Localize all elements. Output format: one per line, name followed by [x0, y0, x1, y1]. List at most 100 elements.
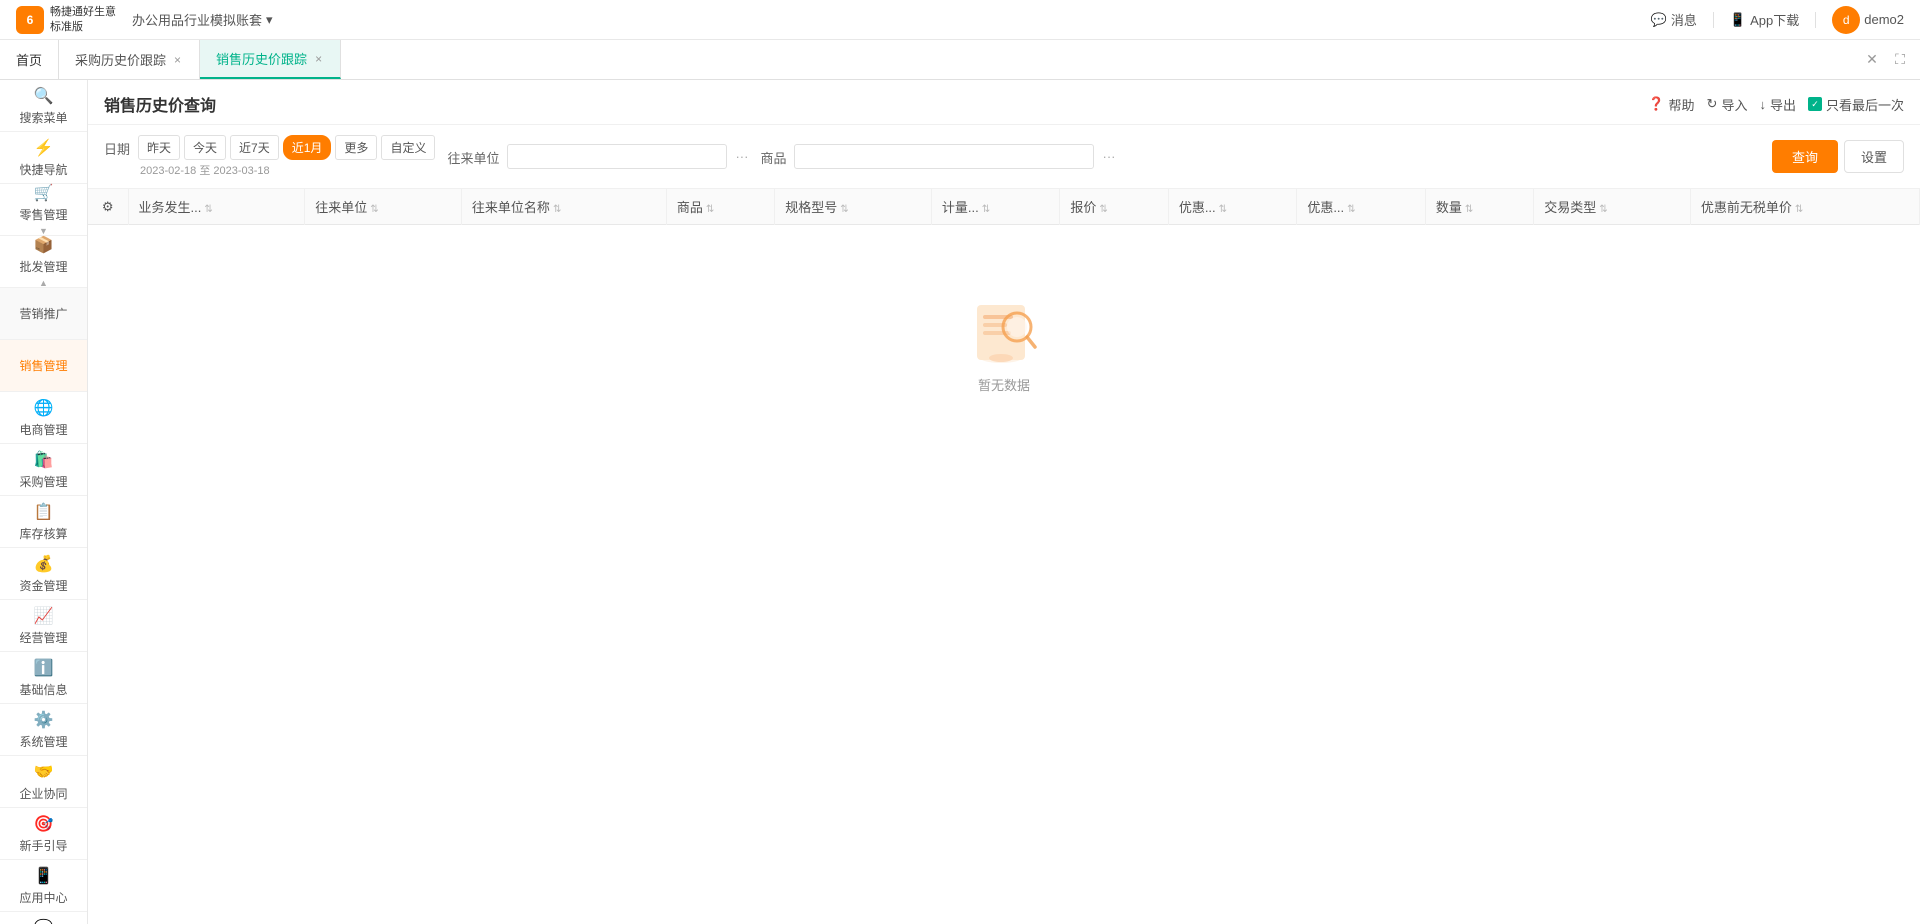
col-partner-name[interactable]: 往来单位名称⇅ — [461, 189, 666, 225]
partner-input-area: ··· — [507, 144, 748, 169]
partner-filter-group: 往来单位 ··· — [447, 144, 748, 169]
inventory-label: 库存核算 — [19, 525, 67, 542]
col-spec[interactable]: 规格型号⇅ — [775, 189, 932, 225]
col-discount2[interactable]: 优惠...⇅ — [1297, 189, 1426, 225]
sidebar-item-purchase-mgmt[interactable]: 🛍️ 采购管理 — [0, 444, 87, 496]
sidebar-item-app-center[interactable]: 📱 应用中心 — [0, 860, 87, 912]
sidebar-item-basic-info[interactable]: ℹ️ 基础信息 — [0, 652, 87, 704]
new-guide-label: 新手引导 — [19, 837, 67, 854]
empty-state: 暂无数据 — [88, 225, 1920, 454]
export-action[interactable]: ↓ 导出 — [1759, 95, 1796, 114]
sidebar-item-wholesale-mgmt[interactable]: 📦 批发管理 ▲ — [0, 236, 87, 288]
sidebar: 🔍 搜索菜单 ⚡ 快捷导航 🛒 零售管理 ▼ 📦 批发管理 ▲ 营销推广 销售管… — [0, 80, 88, 924]
inventory-icon: 📋 — [34, 502, 54, 522]
query-button[interactable]: 查询 — [1772, 140, 1838, 173]
date-filter-label: 日期 — [104, 135, 130, 158]
only-last-checkbox[interactable]: 只看最后一次 — [1808, 95, 1904, 114]
import-action[interactable]: ↻ 导入 — [1707, 95, 1748, 114]
date-btn-1month[interactable]: 近1月 — [283, 135, 332, 160]
system-mgmt-label: 系统管理 — [19, 733, 67, 750]
window-close-btn[interactable]: ✕ — [1860, 48, 1884, 72]
date-filter-content: 昨天 今天 近7天 近1月 更多 自定义 2023-02-18 至 2023-0… — [138, 135, 435, 178]
quick-nav-icon: ⚡ — [34, 138, 54, 158]
partner-dots[interactable]: ··· — [735, 149, 748, 164]
col-biz-date[interactable]: 业务发生...⇅ — [128, 189, 305, 225]
sidebar-item-sales-promotion[interactable]: 营销推广 — [0, 288, 87, 340]
search-menu-icon: 🔍 — [34, 86, 54, 106]
app-center-label: 应用中心 — [19, 889, 67, 906]
sort-icon-spec: ⇅ — [840, 204, 848, 215]
date-btn-yesterday[interactable]: 昨天 — [138, 135, 180, 160]
data-table: ⚙ 业务发生...⇅ 往来单位⇅ 往来单位名称⇅ — [88, 189, 1920, 225]
sidebar-item-system-mgmt[interactable]: ⚙️ 系统管理 — [0, 704, 87, 756]
sidebar-item-search-menu[interactable]: 🔍 搜索菜单 — [0, 80, 87, 132]
window-maximize-btn[interactable]: ⛶ — [1888, 48, 1912, 72]
tab-purchase-history-label: 采购历史价跟踪 — [75, 50, 166, 69]
col-pre-tax-price[interactable]: 优惠前无税单价⇅ — [1690, 189, 1919, 225]
sidebar-item-retail-mgmt[interactable]: 🛒 零售管理 ▼ — [0, 184, 87, 236]
empty-illustration — [959, 285, 1049, 375]
date-btn-more[interactable]: 更多 — [335, 135, 377, 160]
avatar: d — [1832, 6, 1860, 34]
col-trade-type[interactable]: 交易类型⇅ — [1534, 189, 1691, 225]
product-input[interactable] — [794, 144, 1094, 169]
sidebar-item-inventory-check[interactable]: 📋 库存核算 — [0, 496, 87, 548]
col-unit[interactable]: 计量...⇅ — [931, 189, 1060, 225]
wholesale-mgmt-label: 批发管理 — [19, 258, 67, 275]
partner-input[interactable] — [507, 144, 727, 169]
workspace-dropdown-icon: ▾ — [266, 12, 273, 28]
sidebar-item-sales-mgmt[interactable]: 销售管理 — [0, 340, 87, 392]
sidebar-item-enterprise-collab[interactable]: 🤝 企业协同 — [0, 756, 87, 808]
col-discount1[interactable]: 优惠...⇅ — [1168, 189, 1297, 225]
import-icon: ↻ — [1707, 96, 1718, 112]
col-qty[interactable]: 数量⇅ — [1425, 189, 1533, 225]
top-header: 6 畅捷通好生意 标准版 办公用品行业模拟账套 ▾ 💬 消息 📱 App下载 d… — [0, 0, 1920, 40]
sort-icon-pre-tax-price: ⇅ — [1795, 204, 1803, 215]
sidebar-item-ecommerce-mgmt[interactable]: 🌐 电商管理 — [0, 392, 87, 444]
tab-home[interactable]: 首页 — [0, 40, 59, 79]
workspace-label: 办公用品行业模拟账套 — [132, 10, 262, 29]
enterprise-wechat-icon: 💬 — [34, 918, 54, 924]
date-btn-custom[interactable]: 自定义 — [381, 135, 435, 160]
sidebar-item-enterprise-wechat[interactable]: 💬 企业微信 — [0, 912, 87, 924]
purchase-mgmt-label: 采购管理 — [19, 473, 67, 490]
col-settings[interactable]: ⚙ — [88, 189, 128, 225]
logo-text: 畅捷通好生意 标准版 — [50, 5, 116, 34]
content-area: 销售历史价查询 ❓ 帮助 ↻ 导入 ↓ 导出 — [88, 80, 1920, 924]
tab-purchase-history-close[interactable]: × — [172, 52, 183, 68]
sidebar-item-finance-mgmt[interactable]: 💰 资金管理 — [0, 548, 87, 600]
product-input-area: ··· — [794, 144, 1115, 169]
settings-button[interactable]: 设置 — [1844, 140, 1904, 173]
message-action[interactable]: 💬 消息 — [1651, 10, 1697, 29]
filter-right-buttons: 查询 设置 — [1772, 140, 1904, 173]
date-btn-today[interactable]: 今天 — [184, 135, 226, 160]
tab-purchase-history[interactable]: 采购历史价跟踪 × — [59, 40, 200, 79]
tab-sales-history-close[interactable]: × — [313, 51, 324, 67]
logo-area: 6 畅捷通好生意 标准版 — [16, 5, 116, 34]
date-btn-7days[interactable]: 近7天 — [230, 135, 279, 160]
tab-bar: 首页 采购历史价跟踪 × 销售历史价跟踪 × ✕ ⛶ — [0, 40, 1920, 80]
sort-icon-partner-name: ⇅ — [553, 204, 561, 215]
app-download-icon: 📱 — [1730, 12, 1746, 28]
divider — [1713, 12, 1714, 28]
date-filter-group: 日期 昨天 今天 近7天 近1月 更多 自定义 2023-02-18 至 202… — [104, 135, 435, 178]
product-dots[interactable]: ··· — [1102, 149, 1115, 164]
tab-sales-history[interactable]: 销售历史价跟踪 × — [200, 40, 341, 79]
main-layout: 🔍 搜索菜单 ⚡ 快捷导航 🛒 零售管理 ▼ 📦 批发管理 ▲ 营销推广 销售管… — [0, 80, 1920, 924]
col-quoted-price[interactable]: 报价⇅ — [1060, 189, 1168, 225]
col-product[interactable]: 商品⇅ — [666, 189, 774, 225]
user-action[interactable]: d demo2 — [1832, 6, 1904, 34]
sidebar-item-new-guide[interactable]: 🎯 新手引导 — [0, 808, 87, 860]
settings-icon: ⚙ — [102, 199, 114, 214]
page-container: 销售历史价查询 ❓ 帮助 ↻ 导入 ↓ 导出 — [88, 80, 1920, 924]
col-partner-code[interactable]: 往来单位⇅ — [305, 189, 462, 225]
app-download-action[interactable]: 📱 App下载 — [1730, 10, 1799, 29]
product-filter-label: 商品 — [760, 144, 786, 167]
user-label: demo2 — [1864, 12, 1904, 27]
sort-icon-qty: ⇅ — [1465, 204, 1473, 215]
sidebar-item-quick-nav[interactable]: ⚡ 快捷导航 — [0, 132, 87, 184]
help-icon: ❓ — [1648, 96, 1664, 112]
workspace-selector[interactable]: 办公用品行业模拟账套 ▾ — [124, 6, 281, 33]
sidebar-item-operations-mgmt[interactable]: 📈 经营管理 — [0, 600, 87, 652]
help-action[interactable]: ❓ 帮助 — [1648, 95, 1694, 114]
